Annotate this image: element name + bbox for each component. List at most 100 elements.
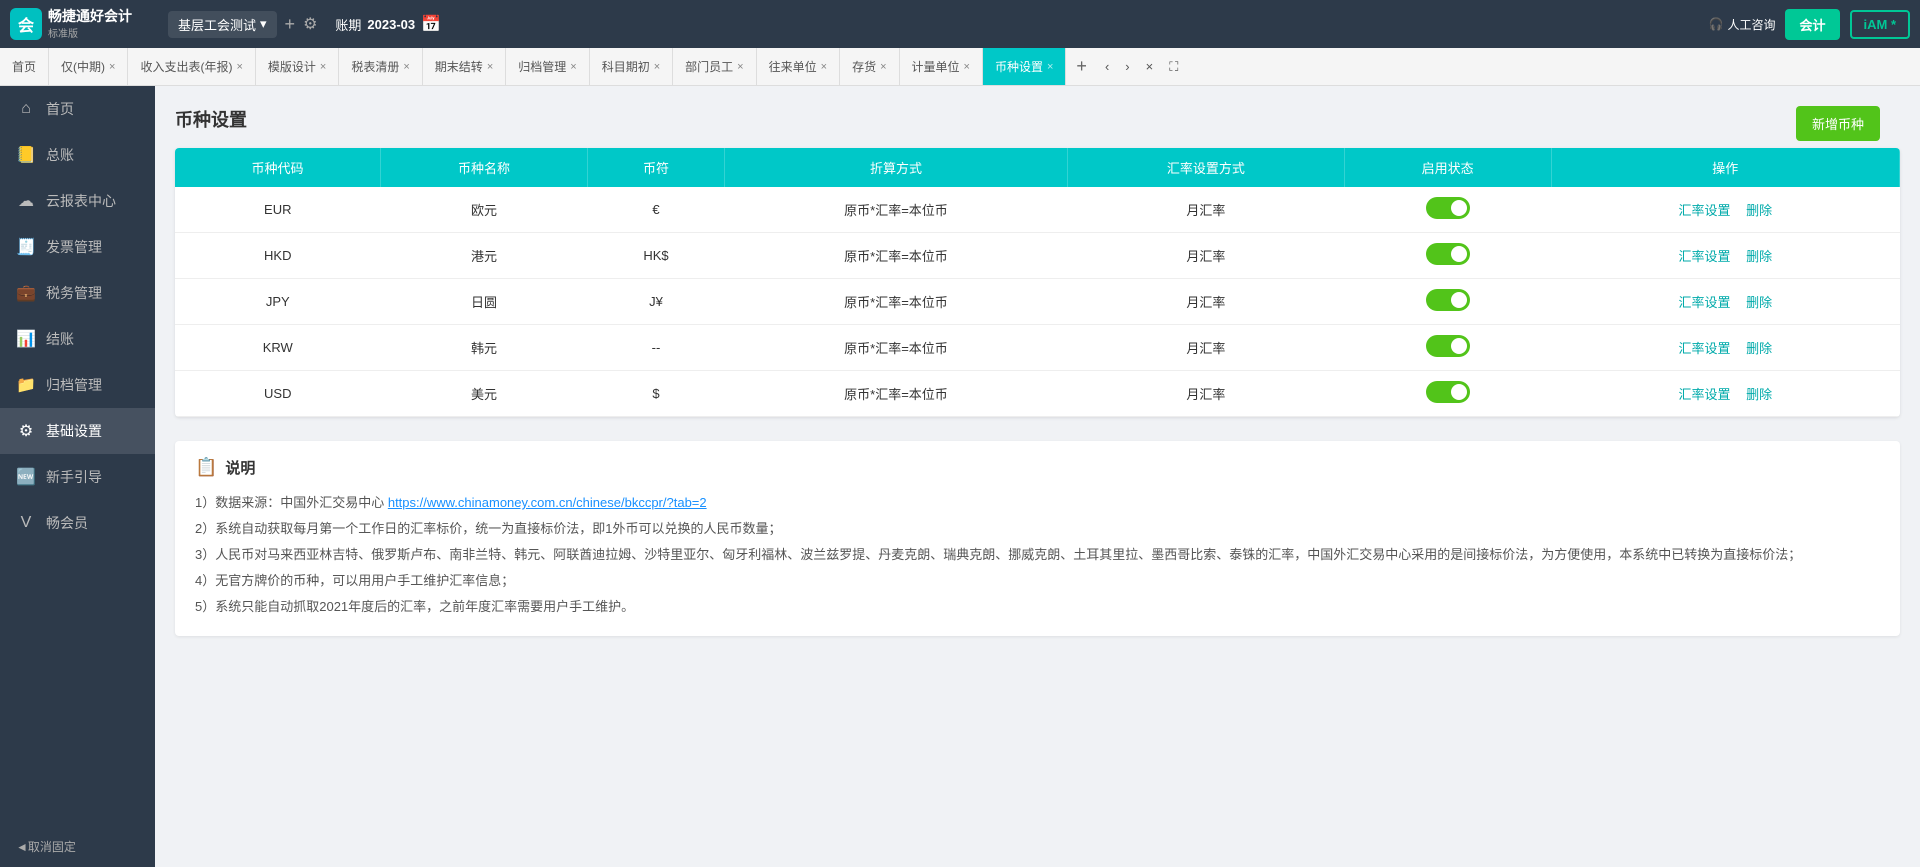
cell-symbol-2: J¥ — [587, 279, 724, 325]
home-icon: ⌂ — [16, 100, 36, 118]
tab-annual[interactable]: 收入支出表(年报) × — [128, 48, 255, 85]
cell-name-1: 港元 — [381, 233, 588, 279]
cell-calc-0: 原币*汇率=本位币 — [725, 187, 1068, 233]
cell-toggle-0[interactable] — [1344, 187, 1551, 233]
cell-actions-2: 汇率设置 删除 — [1551, 279, 1899, 325]
delete-btn-2[interactable]: 删除 — [1746, 295, 1772, 310]
tab-dept[interactable]: 部门员工 × — [673, 48, 756, 85]
tab-mid-close[interactable]: × — [109, 61, 115, 73]
cell-toggle-3[interactable] — [1344, 325, 1551, 371]
tab-currency[interactable]: 币种设置 × — [983, 48, 1066, 85]
sidebar-label-guide: 新手引导 — [46, 467, 102, 487]
tab-dept-close[interactable]: × — [737, 61, 743, 73]
add-tab-button[interactable]: + — [1066, 48, 1097, 85]
sidebar-label-settings: 基础设置 — [46, 421, 102, 441]
tab-nav-left[interactable]: ‹ — [1097, 48, 1117, 85]
cell-rate-type-4: 月汇率 — [1067, 371, 1344, 417]
rate-setting-btn-4[interactable]: 汇率设置 — [1678, 387, 1730, 402]
tab-template-close[interactable]: × — [320, 61, 326, 73]
toggle-switch-0[interactable] — [1426, 197, 1470, 219]
account-button[interactable]: 会计 — [1785, 9, 1839, 40]
settings-icon[interactable]: ⚙ — [303, 14, 317, 34]
cell-toggle-4[interactable] — [1344, 371, 1551, 417]
main-layout: ⌂ 首页 📒 总账 ☁ 云报表中心 🧾 发票管理 💼 税务管理 📊 结账 📁 归… — [0, 86, 1920, 867]
period-value: 2023-03 — [367, 17, 415, 32]
add-company-icon[interactable]: + — [285, 14, 296, 35]
calendar-icon[interactable]: 📅 — [421, 14, 441, 34]
checkout-icon: 📊 — [16, 329, 36, 349]
dropdown-icon: ▾ — [260, 16, 267, 32]
cell-actions-4: 汇率设置 删除 — [1551, 371, 1899, 417]
delete-btn-3[interactable]: 删除 — [1746, 341, 1772, 356]
cell-calc-4: 原币*汇率=本位币 — [725, 371, 1068, 417]
delete-btn-0[interactable]: 删除 — [1746, 203, 1772, 218]
cell-toggle-1[interactable] — [1344, 233, 1551, 279]
tab-subject[interactable]: 科目期初 × — [590, 48, 673, 85]
table-row: KRW 韩元 -- 原币*汇率=本位币 月汇率 汇率设置 删除 — [175, 325, 1900, 371]
company-name: 基层工会测试 — [178, 15, 256, 34]
tab-home-label: 首页 — [12, 58, 36, 75]
col-symbol: 币符 — [587, 148, 724, 187]
tab-archive-close[interactable]: × — [570, 61, 576, 73]
tab-inventory-close[interactable]: × — [880, 61, 886, 73]
sidebar-item-guide[interactable]: 🆕 新手引导 — [0, 454, 155, 500]
sidebar-label-invoice: 发票管理 — [46, 237, 102, 257]
tab-mid[interactable]: 仅(中期) × — [49, 48, 128, 85]
member-icon: V — [16, 514, 36, 532]
tab-partner[interactable]: 往来单位 × — [757, 48, 840, 85]
col-calc: 折算方式 — [725, 148, 1068, 187]
note-2: 2）系统自动获取每月第一个工作日的汇率标价，统一为直接标价法，即1外币可以兑换的… — [195, 516, 1880, 542]
cell-toggle-2[interactable] — [1344, 279, 1551, 325]
toggle-switch-4[interactable] — [1426, 381, 1470, 403]
tab-archive[interactable]: 归档管理 × — [506, 48, 589, 85]
tab-subject-close[interactable]: × — [654, 61, 660, 73]
tab-unit-close[interactable]: × — [964, 61, 970, 73]
sidebar-item-archive[interactable]: 📁 归档管理 — [0, 362, 155, 408]
toggle-switch-2[interactable] — [1426, 289, 1470, 311]
notes-section: 📋 说明 1）数据来源：中国外汇交易中心 https://www.chinamo… — [175, 441, 1900, 636]
sidebar-item-settings[interactable]: ⚙ 基础设置 — [0, 408, 155, 454]
sidebar-item-reports[interactable]: ☁ 云报表中心 — [0, 178, 155, 224]
tab-currency-close[interactable]: × — [1047, 61, 1053, 73]
tab-partner-close[interactable]: × — [821, 61, 827, 73]
tab-annual-close[interactable]: × — [236, 61, 242, 73]
notes-link[interactable]: https://www.chinamoney.com.cn/chinese/bk… — [388, 495, 707, 510]
tab-template[interactable]: 模版设计 × — [256, 48, 339, 85]
tab-period[interactable]: 期末结转 × — [423, 48, 506, 85]
tab-nav-right[interactable]: › — [1117, 48, 1137, 85]
tab-expand[interactable]: ⛶ — [1161, 48, 1186, 85]
rate-setting-btn-0[interactable]: 汇率设置 — [1678, 203, 1730, 218]
tab-unit[interactable]: 计量单位 × — [900, 48, 983, 85]
note-3: 3）人民币对马来西亚林吉特、俄罗斯卢布、南非兰特、韩元、阿联酋迪拉姆、沙特里亚尔… — [195, 542, 1880, 568]
sidebar-item-invoice[interactable]: 🧾 发票管理 — [0, 224, 155, 270]
rate-setting-btn-2[interactable]: 汇率设置 — [1678, 295, 1730, 310]
sidebar-item-member[interactable]: V 畅会员 — [0, 500, 155, 546]
company-selector[interactable]: 基层工会测试 ▾ — [168, 11, 277, 38]
cell-name-3: 韩元 — [381, 325, 588, 371]
sidebar-item-home[interactable]: ⌂ 首页 — [0, 86, 155, 132]
tab-taxbook-close[interactable]: × — [403, 61, 409, 73]
delete-btn-4[interactable]: 删除 — [1746, 387, 1772, 402]
rate-setting-btn-3[interactable]: 汇率设置 — [1678, 341, 1730, 356]
iamstar-button[interactable]: iAM * — [1850, 10, 1911, 39]
toggle-switch-3[interactable] — [1426, 335, 1470, 357]
delete-btn-1[interactable]: 删除 — [1746, 249, 1772, 264]
rate-setting-btn-1[interactable]: 汇率设置 — [1678, 249, 1730, 264]
sidebar-pin-toggle[interactable]: ◄取消固定 — [0, 826, 155, 867]
sidebar-item-checkout[interactable]: 📊 结账 — [0, 316, 155, 362]
ledger-icon: 📒 — [16, 145, 36, 165]
table-row: JPY 日圆 J¥ 原币*汇率=本位币 月汇率 汇率设置 删除 — [175, 279, 1900, 325]
sidebar-item-ledger[interactable]: 📒 总账 — [0, 132, 155, 178]
tab-close-all[interactable]: × — [1138, 48, 1162, 85]
sidebar-item-tax[interactable]: 💼 税务管理 — [0, 270, 155, 316]
toggle-switch-1[interactable] — [1426, 243, 1470, 265]
tab-home[interactable]: 首页 — [0, 48, 49, 85]
cell-symbol-3: -- — [587, 325, 724, 371]
tab-period-close[interactable]: × — [487, 61, 493, 73]
tab-taxbook[interactable]: 税表清册 × — [339, 48, 422, 85]
help-button[interactable]: 🎧 人工咨询 — [1709, 16, 1776, 33]
notes-title-text: 说明 — [225, 457, 255, 478]
tab-inventory[interactable]: 存货 × — [840, 48, 899, 85]
note-4: 4）无官方牌价的币种，可以用用户手工维护汇率信息； — [195, 568, 1880, 594]
new-currency-button[interactable]: 新增币种 — [1796, 106, 1880, 141]
